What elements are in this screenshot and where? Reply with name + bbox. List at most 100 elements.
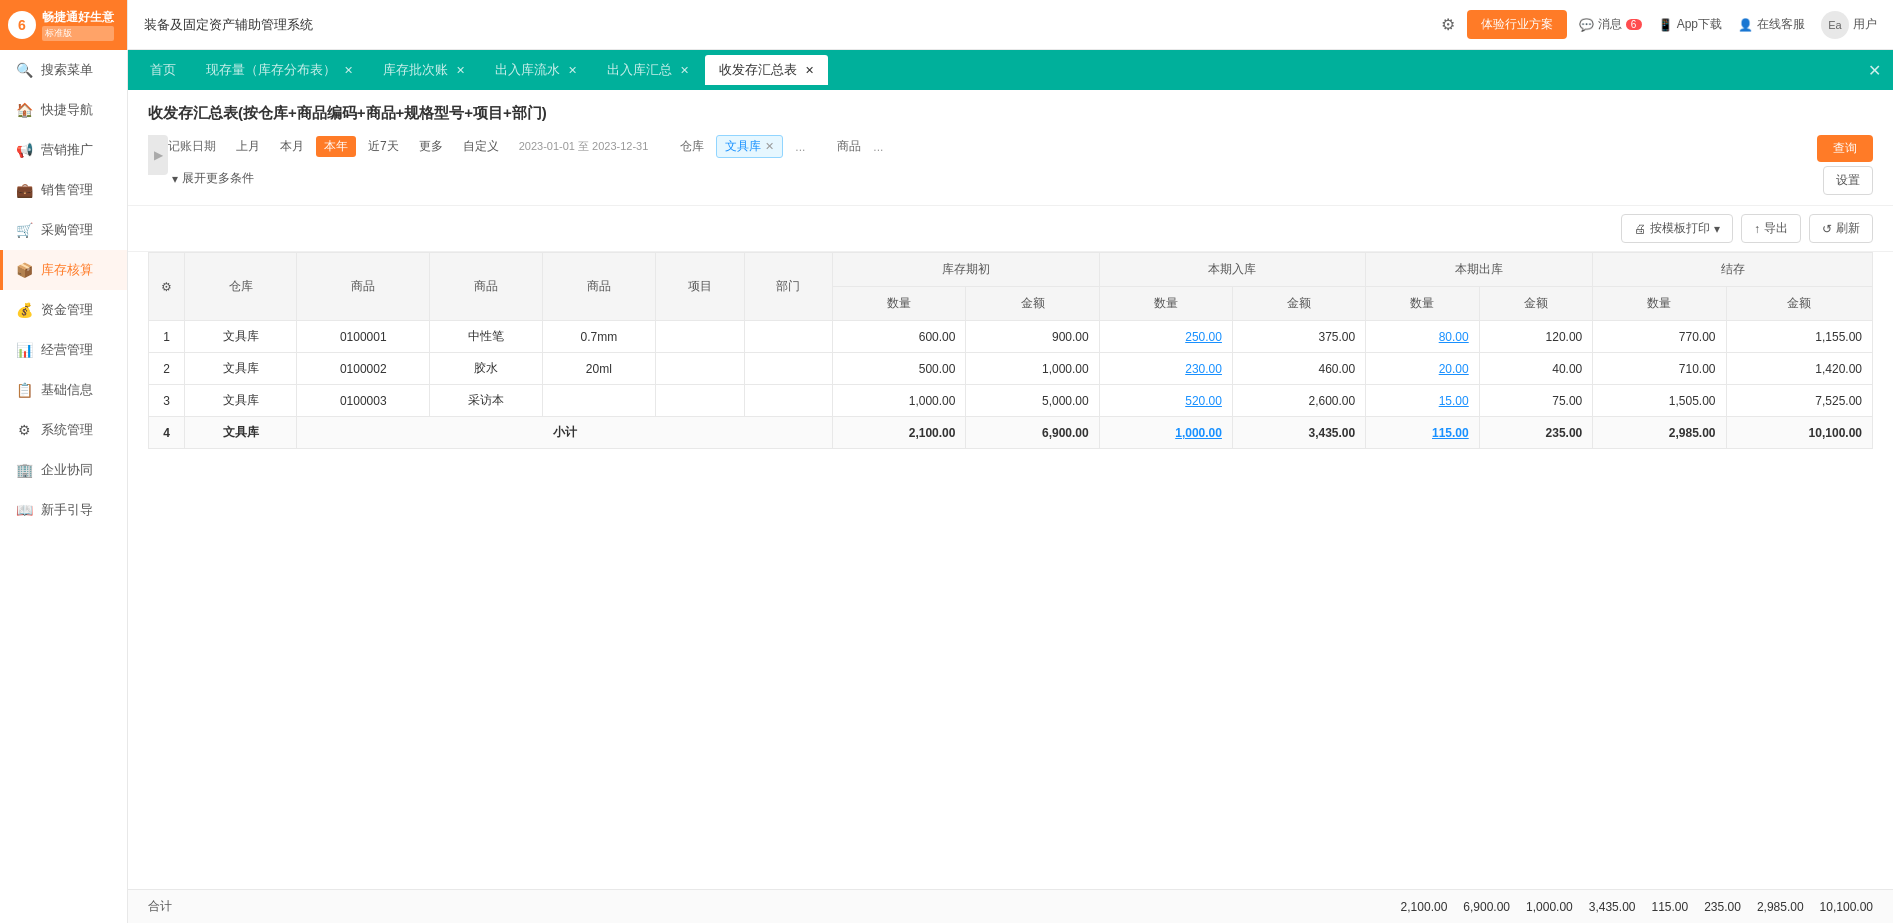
filter-bar: 记账日期 上月本月本年近7天更多自定义 2023-01-01 至 2023-12… — [168, 135, 1817, 158]
tab-label-inventory_dist: 现存量（库存分布表） — [206, 61, 336, 79]
th-open-amt: 金额 — [966, 287, 1099, 321]
tab-close-inout_flow[interactable]: ✕ — [568, 64, 577, 77]
cell-dept — [744, 385, 833, 417]
online-service-btn[interactable]: 👤 在线客服 — [1738, 16, 1805, 33]
sidebar-item-label-marketing: 营销推广 — [41, 141, 93, 159]
settings-gear-icon[interactable]: ⚙ — [1441, 15, 1455, 34]
expand-more-btn[interactable]: ▾ 展开更多条件 — [172, 166, 254, 191]
sidebar-logo: 6 畅捷通好生意 标准版 — [0, 0, 127, 50]
tab-receive_summary[interactable]: 收发存汇总表 ✕ — [705, 55, 828, 85]
footer-in-amt: 3,435.00 — [1589, 900, 1636, 914]
refresh-icon: ↺ — [1822, 222, 1832, 236]
th-balance: 结存 — [1593, 253, 1873, 287]
cell-in-qty[interactable]: 250.00 — [1099, 321, 1232, 353]
tab-label-receive_summary: 收发存汇总表 — [719, 61, 797, 79]
operation-icon: 📊 — [15, 342, 33, 358]
sidebar-item-search[interactable]: 🔍搜索菜单 — [0, 50, 127, 90]
tabbar-close-btn[interactable]: ✕ — [1864, 58, 1885, 83]
query-btn[interactable]: 查询 — [1817, 135, 1873, 162]
tab-bar: 首页现存量（库存分布表）✕库存批次账✕出入库流水✕出入库汇总✕收发存汇总表✕✕ — [128, 50, 1893, 90]
cell-open-amt: 900.00 — [966, 321, 1099, 353]
filter-main: 记账日期 上月本月本年近7天更多自定义 2023-01-01 至 2023-12… — [168, 135, 1817, 191]
export-btn[interactable]: ↑ 导出 — [1741, 214, 1801, 243]
table-settings-col[interactable]: ⚙ — [149, 253, 185, 321]
export-icon: ↑ — [1754, 222, 1760, 236]
tab-label-inout_flow: 出入库流水 — [495, 61, 560, 79]
tab-close-inout_summary[interactable]: ✕ — [680, 64, 689, 77]
date-shortcut-自定义[interactable]: 自定义 — [455, 136, 507, 157]
table-footer: 合计 2,100.00 6,900.00 1,000.00 3,435.00 1… — [128, 889, 1893, 923]
tab-batch[interactable]: 库存批次账✕ — [369, 55, 479, 85]
print-btn[interactable]: 🖨 按模板打印 ▾ — [1621, 214, 1733, 243]
sidebar-item-marketing[interactable]: 📢营销推广 — [0, 130, 127, 170]
sidebar-item-guide[interactable]: 📖新手引导 — [0, 490, 127, 530]
settings-small-btn[interactable]: 设置 — [1823, 166, 1873, 195]
user-avatar: Ea — [1821, 11, 1849, 39]
guide-icon: 📖 — [15, 502, 33, 518]
goods-more-btn[interactable]: ... — [873, 140, 883, 154]
date-shortcut-更多[interactable]: 更多 — [411, 136, 451, 157]
tab-inventory_dist[interactable]: 现存量（库存分布表） ✕ — [192, 55, 367, 85]
footer-bal-amt: 10,100.00 — [1820, 900, 1873, 914]
tab-label-home: 首页 — [150, 61, 176, 79]
logo-text: 畅捷通好生意 标准版 — [42, 9, 114, 41]
user-btn[interactable]: Ea 用户 — [1821, 11, 1877, 39]
date-shortcut-本月[interactable]: 本月 — [272, 136, 312, 157]
cell-in-qty[interactable]: 230.00 — [1099, 353, 1232, 385]
tab-home[interactable]: 首页 — [136, 55, 190, 85]
cell-out-qty[interactable]: 15.00 — [1366, 385, 1480, 417]
cell-open-qty: 600.00 — [833, 321, 966, 353]
experience-btn[interactable]: 体验行业方案 — [1467, 10, 1567, 39]
date-shortcut-本年[interactable]: 本年 — [316, 136, 356, 157]
cell-dept — [744, 353, 833, 385]
sidebar-item-operation[interactable]: 📊经营管理 — [0, 330, 127, 370]
sidebar-item-enterprise[interactable]: 🏢企业协同 — [0, 450, 127, 490]
cell-bal-qty: 770.00 — [1593, 321, 1726, 353]
warehouse-tag-close[interactable]: ✕ — [765, 140, 774, 153]
cell-out-qty[interactable]: 80.00 — [1366, 321, 1480, 353]
filter-row: ▶ 记账日期 上月本月本年近7天更多自定义 2023-01-01 至 2023-… — [148, 135, 1873, 195]
cell-goods-spec: 20ml — [542, 353, 656, 385]
quick_nav-icon: 🏠 — [15, 102, 33, 118]
cell-open-qty: 1,000.00 — [833, 385, 966, 417]
purchase-icon: 🛒 — [15, 222, 33, 238]
th-goods-name: 商品 — [430, 253, 542, 321]
cell-out-amt: 120.00 — [1479, 321, 1593, 353]
sidebar-item-purchase[interactable]: 🛒采购管理 — [0, 210, 127, 250]
sidebar-item-system[interactable]: ⚙系统管理 — [0, 410, 127, 450]
tab-inout_summary[interactable]: 出入库汇总✕ — [593, 55, 703, 85]
base_info-icon: 📋 — [15, 382, 33, 398]
tab-close-batch[interactable]: ✕ — [456, 64, 465, 77]
sidebar-item-base_info[interactable]: 📋基础信息 — [0, 370, 127, 410]
expand-row: ▾ 展开更多条件 — [168, 166, 1817, 191]
toolbar: 🖨 按模板打印 ▾ ↑ 导出 ↺ 刷新 — [128, 206, 1893, 252]
th-open-qty: 数量 — [833, 287, 966, 321]
tab-inout_flow[interactable]: 出入库流水 ✕ — [481, 55, 591, 85]
tab-close-inventory_dist[interactable]: ✕ — [344, 64, 353, 77]
panel-collapse-btn[interactable]: ▶ — [148, 135, 168, 175]
cell-no: 1 — [149, 321, 185, 353]
app-download-btn[interactable]: 📱 App下载 — [1658, 16, 1722, 33]
warehouse-tag[interactable]: 文具库 ✕ — [716, 135, 783, 158]
sidebar-item-finance[interactable]: 💰资金管理 — [0, 290, 127, 330]
online-service-label: 在线客服 — [1757, 16, 1805, 33]
cell-project — [656, 385, 745, 417]
sidebar-item-inventory[interactable]: 📦库存核算 — [0, 250, 127, 290]
sidebar-item-sales[interactable]: 💼销售管理 — [0, 170, 127, 210]
print-label: 按模板打印 — [1650, 220, 1710, 237]
tab-close-receive_summary[interactable]: ✕ — [805, 64, 814, 77]
th-out-amt: 金额 — [1479, 287, 1593, 321]
page-title: 收发存汇总表(按仓库+商品编码+商品+规格型号+项目+部门) — [148, 104, 1873, 123]
refresh-btn[interactable]: ↺ 刷新 — [1809, 214, 1873, 243]
messages-btn[interactable]: 💬 消息 6 — [1579, 16, 1642, 33]
date-shortcut-近7天[interactable]: 近7天 — [360, 136, 407, 157]
cell-dept — [744, 321, 833, 353]
sidebar-item-quick_nav[interactable]: 🏠快捷导航 — [0, 90, 127, 130]
sidebar-item-label-sales: 销售管理 — [41, 181, 93, 199]
cell-bal-amt: 7,525.00 — [1726, 385, 1872, 417]
subtotal-open-amt: 6,900.00 — [966, 417, 1099, 449]
date-shortcut-上月[interactable]: 上月 — [228, 136, 268, 157]
cell-out-qty[interactable]: 20.00 — [1366, 353, 1480, 385]
cell-in-qty[interactable]: 520.00 — [1099, 385, 1232, 417]
warehouse-more-btn[interactable]: ... — [795, 140, 805, 154]
